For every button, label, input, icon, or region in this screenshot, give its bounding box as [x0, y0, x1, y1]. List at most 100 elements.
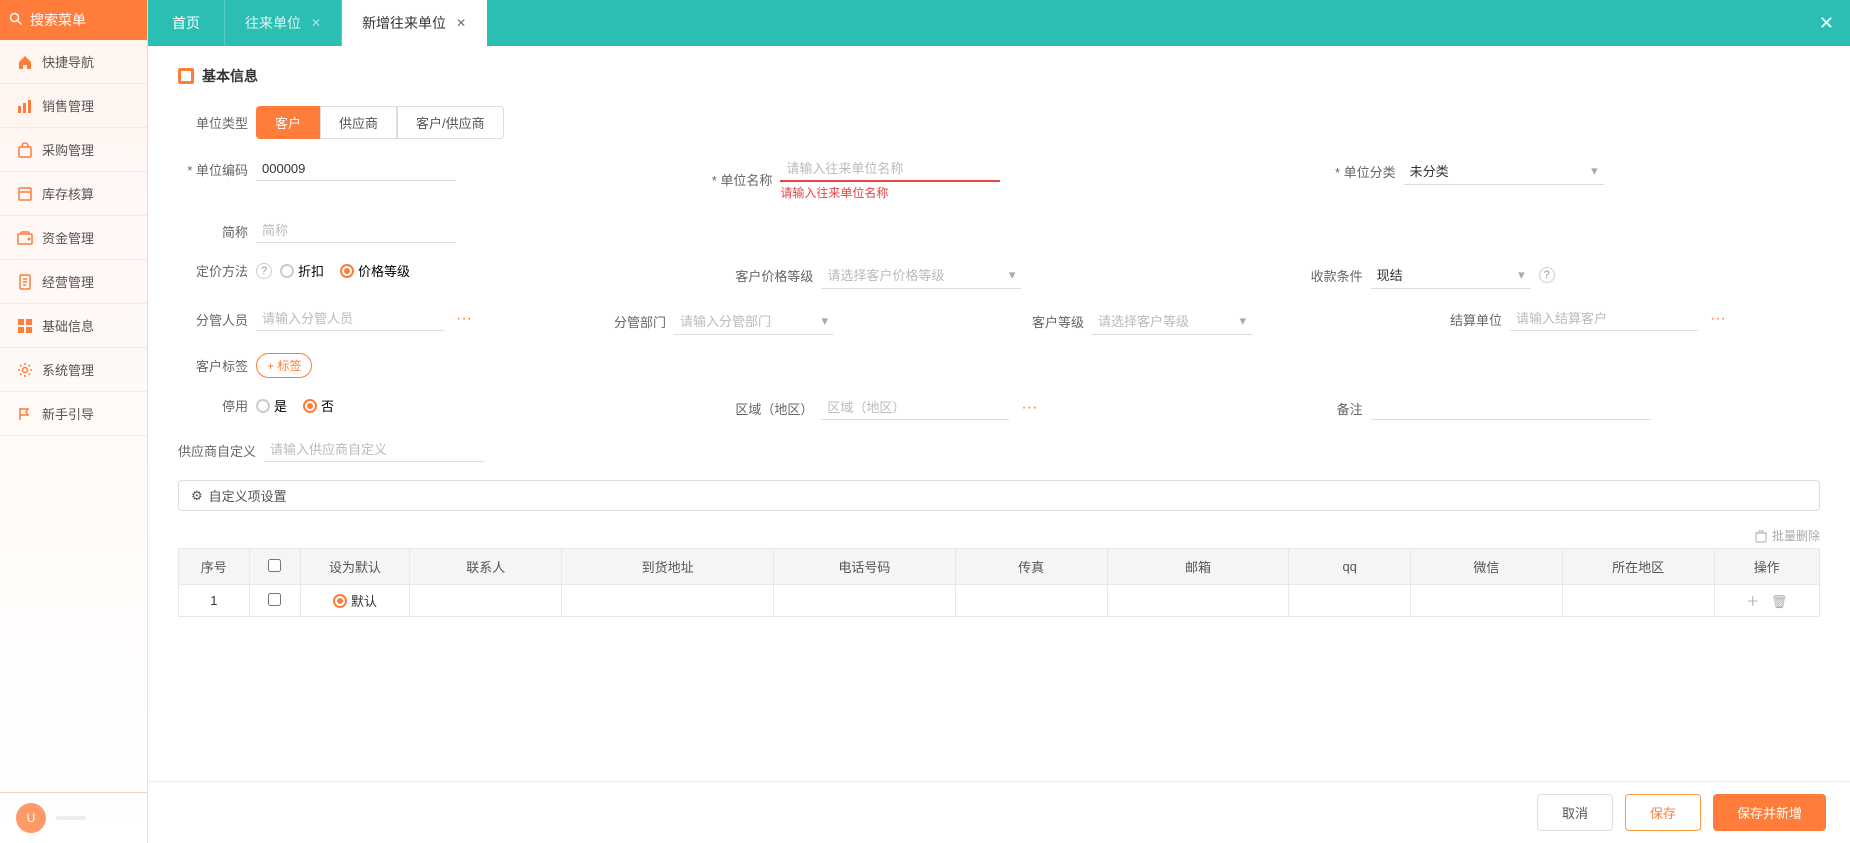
customer-level-item: 客户等级 请选择客户等级 ▾	[1014, 307, 1402, 335]
sidebar-item-label: 基础信息	[42, 316, 94, 335]
payment-terms-help-icon[interactable]: ?	[1539, 267, 1555, 283]
select-all-checkbox[interactable]	[268, 559, 281, 572]
settlement-unit-input[interactable]	[1510, 307, 1698, 331]
row-email-input[interactable]	[1148, 593, 1248, 608]
tag-add-button[interactable]: + 标签	[256, 353, 312, 378]
cancel-button[interactable]: 取消	[1537, 794, 1613, 831]
pricing-help-icon[interactable]: ?	[256, 263, 272, 279]
row-checkbox[interactable]	[268, 593, 281, 606]
unit-category-select[interactable]: 未分类 ▾	[1404, 157, 1604, 185]
row-contact-input[interactable]	[446, 593, 526, 608]
unit-name-error: 请输入往来单位名称	[780, 184, 1000, 201]
manager-more-icon[interactable]: ···	[452, 310, 476, 328]
manager-input[interactable]	[256, 307, 444, 331]
sidebar-item-finance[interactable]: 资金管理	[0, 216, 147, 260]
row-add-icon[interactable]: ＋	[1746, 594, 1759, 609]
unit-category-chevron-icon: ▾	[1591, 163, 1598, 179]
pricing-grade-radio[interactable]	[340, 264, 354, 278]
col-qq: qq	[1289, 549, 1411, 585]
row-default-cell: 默认	[300, 585, 410, 617]
row-location-input[interactable]	[1598, 593, 1678, 608]
row-fax	[955, 585, 1107, 617]
unit-type-row: 单位类型 客户 供应商 客户/供应商	[178, 106, 1820, 139]
customer-price-grade-select[interactable]: 请选择客户价格等级 ▾	[821, 261, 1021, 289]
box-icon	[16, 185, 34, 203]
row-default-radio[interactable]	[333, 594, 347, 608]
row-phone-input[interactable]	[814, 593, 914, 608]
row-default-radio-item[interactable]: 默认	[311, 591, 400, 610]
disabled-yes-radio[interactable]	[256, 399, 270, 413]
pricing-grade-option[interactable]: 价格等级	[340, 261, 410, 280]
sidebar-item-quick-nav[interactable]: 快捷导航	[0, 40, 147, 84]
disabled-radio-group: 是 否	[256, 396, 334, 415]
sidebar-item-system[interactable]: 系统管理	[0, 348, 147, 392]
sidebar-item-guide[interactable]: 新手引导	[0, 392, 147, 436]
customer-tag-label: 客户标签	[178, 356, 248, 375]
short-name-item: 简称	[178, 219, 528, 243]
disabled-no-option[interactable]: 否	[303, 396, 334, 415]
pricing-discount-label: 折扣	[298, 261, 324, 280]
tab-new-trading-unit[interactable]: 新增往来单位 ✕	[342, 0, 487, 46]
tab-home[interactable]: 首页	[148, 0, 225, 46]
tab-trading-units[interactable]: 往来单位 ✕	[225, 0, 342, 46]
payment-terms-value: 现结	[1377, 265, 1403, 284]
close-new-trading-unit-icon[interactable]: ✕	[456, 16, 466, 30]
row-wechat-input[interactable]	[1446, 593, 1526, 608]
unit-type-both-btn[interactable]: 客户/供应商	[397, 106, 504, 139]
sidebar-item-basic-info[interactable]: 基础信息	[0, 304, 147, 348]
unit-name-input[interactable]	[780, 157, 1000, 182]
unit-type-label: 单位类型	[178, 113, 248, 132]
disabled-yes-option[interactable]: 是	[256, 396, 287, 415]
manager-row: 分管人员 ··· 分管部门 请输入分管部门 ▾ 客户等级 请选择客户等级 ▾ 结…	[178, 307, 1820, 335]
short-name-input[interactable]	[256, 219, 456, 243]
row-checkbox-cell	[249, 585, 300, 617]
unit-type-supplier-btn[interactable]: 供应商	[320, 106, 397, 139]
sidebar-item-purchase[interactable]: 采购管理	[0, 128, 147, 172]
remark-input[interactable]	[1371, 396, 1651, 420]
custom-settings-button[interactable]: ⚙ 自定义项设置	[178, 480, 1820, 511]
customer-level-select[interactable]: 请选择客户等级 ▾	[1092, 307, 1252, 335]
supplier-custom-input[interactable]	[264, 438, 484, 462]
sidebar-item-sales[interactable]: 销售管理	[0, 84, 147, 128]
save-and-new-button[interactable]: 保存并新增	[1713, 794, 1826, 831]
unit-code-input[interactable]	[256, 157, 456, 181]
pricing-discount-option[interactable]: 折扣	[280, 261, 324, 280]
close-trading-units-icon[interactable]: ✕	[311, 16, 321, 30]
unit-name-label: * 单位名称	[702, 170, 772, 189]
region-input[interactable]	[821, 396, 1009, 420]
row-qq-input[interactable]	[1320, 593, 1380, 608]
row-email	[1107, 585, 1289, 617]
window-close-icon[interactable]: ✕	[1803, 13, 1850, 34]
unit-type-customer-btn[interactable]: 客户	[256, 106, 320, 139]
supplier-custom-row: 供应商自定义	[178, 438, 1820, 462]
pricing-radio-group: 折扣 价格等级	[280, 261, 410, 280]
row-delete-icon[interactable]: 🗑	[1771, 594, 1788, 609]
row-delivery-input[interactable]	[608, 593, 728, 608]
pricing-discount-radio[interactable]	[280, 264, 294, 278]
sidebar-item-operations[interactable]: 经营管理	[0, 260, 147, 304]
unit-code-item: * 单位编码	[178, 157, 672, 181]
row-wechat	[1411, 585, 1563, 617]
row-fax-input[interactable]	[991, 593, 1071, 608]
remark-label: 备注	[1293, 399, 1363, 418]
save-button[interactable]: 保存	[1625, 794, 1701, 831]
table-header-row: 序号 设为默认 联系人 到货地址 电话号码 传真 邮箱 qq 微信 所在地区 操…	[179, 549, 1820, 585]
tab-home-label: 首页	[172, 13, 200, 33]
batch-delete-label[interactable]: 批量删除	[1772, 527, 1820, 544]
sidebar-decoration	[56, 816, 86, 820]
sidebar-item-inventory[interactable]: 库存核算	[0, 172, 147, 216]
pricing-method-item: 定价方法 ? 折扣 价格等级	[178, 261, 705, 280]
settlement-unit-more-icon[interactable]: ···	[1706, 310, 1730, 328]
row-seq: 1	[179, 585, 250, 617]
disabled-no-radio[interactable]	[303, 399, 317, 413]
flag-icon	[16, 405, 34, 423]
region-more-icon[interactable]: ···	[1017, 399, 1041, 417]
department-select[interactable]: 请输入分管部门 ▾	[674, 307, 834, 335]
search-menu[interactable]: 搜索菜单	[0, 0, 147, 40]
payment-terms-select[interactable]: 现结 ▾	[1371, 261, 1531, 289]
region-label: 区域（地区）	[735, 399, 813, 418]
sidebar-item-label: 新手引导	[42, 404, 94, 423]
pricing-method-label: 定价方法	[178, 261, 248, 280]
col-fax: 传真	[955, 549, 1107, 585]
customer-tag-item: 客户标签 + 标签	[178, 353, 312, 378]
